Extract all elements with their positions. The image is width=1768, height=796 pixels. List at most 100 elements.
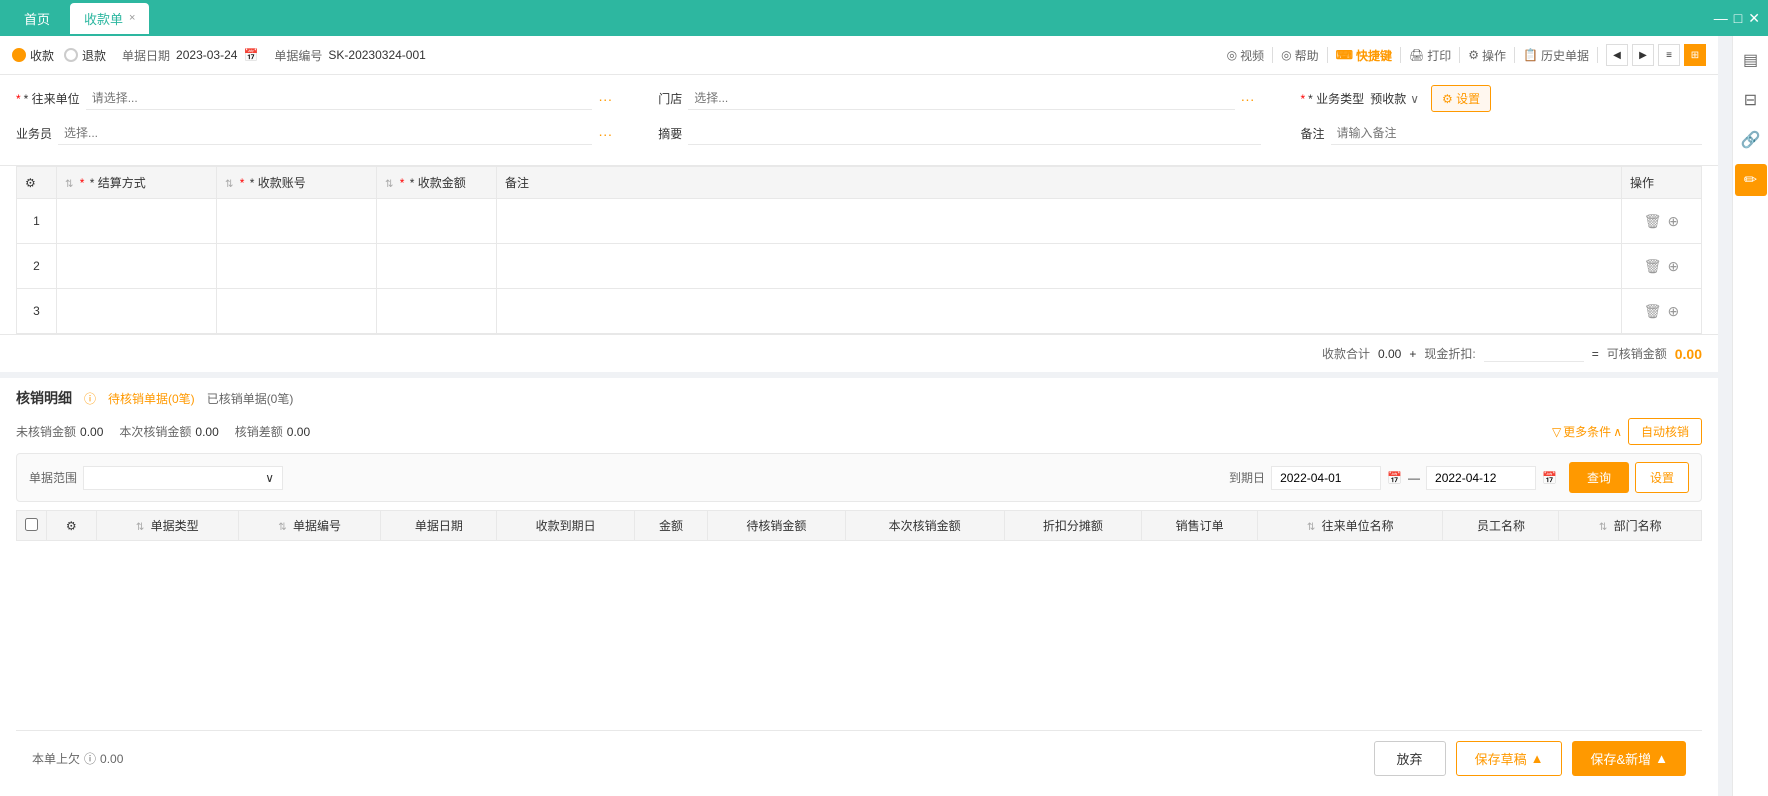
th-checkbox[interactable] — [17, 511, 47, 541]
settings-button[interactable]: ⚙ 设置 — [1431, 85, 1491, 112]
save-new-button[interactable]: 保存&新增 ▲ — [1572, 741, 1686, 776]
th-discount: 折扣分摊额 — [1004, 511, 1142, 541]
due-date-to-input[interactable] — [1426, 466, 1536, 490]
row2-copy-icon[interactable]: ⊕ — [1668, 258, 1680, 275]
verify-table: ⚙ ⇅ 单据类型 ⇅ 单据编号 — [16, 510, 1702, 541]
doc-date-field: 单据日期 2023-03-24 📅 — [122, 47, 258, 64]
btn-shortcut[interactable]: ⌨ 快捷键 — [1336, 47, 1392, 64]
tab-close-icon[interactable]: × — [129, 12, 135, 24]
current-verify-amount: 本次核销金额 0.00 — [119, 423, 218, 440]
tab-current[interactable]: 收款单 × — [70, 3, 149, 34]
business-type-arrow-icon: ∨ — [1410, 92, 1419, 106]
abandon-button[interactable]: 放弃 — [1374, 741, 1446, 776]
doc-no-field: 单据编号 SK-20230324-001 — [274, 47, 425, 64]
window-maximize[interactable]: □ — [1734, 10, 1742, 26]
receipt-type-group: 收款 退款 — [12, 47, 106, 64]
verification-info-icon[interactable]: ⓘ — [84, 390, 96, 407]
sidebar-list-icon[interactable]: ⊟ — [1735, 84, 1767, 116]
help-icon: ◎ — [1281, 48, 1291, 62]
th-due-date: 收款到期日 — [497, 511, 635, 541]
sidebar-edit-icon[interactable]: ✏ — [1735, 164, 1767, 196]
sidebar-table-icon[interactable]: ▤ — [1735, 44, 1767, 76]
bottom-actions: 放弃 保存草稿 ▲ 保存&新增 ▲ — [1374, 741, 1686, 776]
row2-delete-icon[interactable]: 🗑 — [1644, 258, 1662, 275]
th-store: ⇅ 部门名称 — [1559, 511, 1702, 541]
row1-delete-icon[interactable]: 🗑 — [1644, 213, 1662, 230]
summary-row: 收款合计 0.00 + 现金折扣: = 可核销金额 0.00 — [0, 334, 1718, 372]
calendar-from-icon[interactable]: 📅 — [1387, 471, 1402, 485]
btn-operation[interactable]: ⚙ 操作 — [1468, 47, 1506, 64]
order-debt-info-icon[interactable]: ⓘ — [84, 750, 96, 767]
btn-history[interactable]: 📋 历史单据 — [1523, 47, 1589, 64]
save-draft-arrow-icon: ▲ — [1531, 751, 1544, 766]
view-left-icon[interactable]: ◀ — [1606, 44, 1628, 66]
sidebar-link-icon[interactable]: 🔗 — [1735, 124, 1767, 156]
gear-icon: ⚙ — [25, 176, 36, 190]
view-icons: ◀ ▶ ≡ ⊞ — [1606, 44, 1706, 66]
th-counterpart: ⇅ 往来单位名称 — [1258, 511, 1443, 541]
th-settle: ⇅ * * 结算方式 — [57, 167, 217, 199]
staff-input[interactable] — [58, 122, 592, 145]
filter-icon: ▽ — [1552, 425, 1561, 439]
business-type-selector[interactable]: 预收款 ∨ — [1370, 90, 1419, 107]
verification-actions: ▽ 更多条件 ∧ 自动核销 — [1552, 418, 1702, 445]
refund-radio[interactable]: 退款 — [64, 47, 106, 64]
bottom-bar: 本单上欠 ⓘ 0.00 放弃 保存草稿 ▲ 保存&新增 ▲ — [16, 730, 1702, 786]
table-row: 1 🗑 ⊕ — [17, 199, 1702, 244]
filter-row: 单据范围 ∨ 到期日 📅 — 📅 — [16, 453, 1702, 502]
toolbar-right: ◎ 视频 ◎ 帮助 ⌨ 快捷键 🖨 — [1227, 44, 1706, 66]
th-doc-type: ⇅ 单据类型 — [96, 511, 238, 541]
receipt-radio[interactable]: 收款 — [12, 47, 54, 64]
counterpart-more-btn[interactable]: ··· — [592, 91, 618, 107]
store-input[interactable] — [688, 87, 1234, 110]
video-icon: ◎ — [1227, 48, 1237, 62]
th-sales-order: 销售订单 — [1142, 511, 1258, 541]
history-icon: 📋 — [1523, 48, 1538, 62]
window-close[interactable]: ✕ — [1748, 10, 1760, 27]
th-doc-date: 单据日期 — [381, 511, 497, 541]
counterpart-input[interactable] — [86, 87, 593, 110]
query-button[interactable]: 查询 — [1569, 462, 1629, 493]
more-conditions-btn[interactable]: ▽ 更多条件 ∧ — [1552, 423, 1622, 440]
select-all-checkbox[interactable] — [25, 518, 38, 531]
due-date-from-input[interactable] — [1271, 466, 1381, 490]
th-amount: 金额 — [634, 511, 707, 541]
row1-copy-icon[interactable]: ⊕ — [1668, 213, 1680, 230]
th-doc-no: ⇅ 单据编号 — [238, 511, 380, 541]
save-draft-button[interactable]: 保存草稿 ▲ — [1456, 741, 1563, 776]
th-pending: 待核销金额 — [708, 511, 846, 541]
refund-radio-dot — [64, 48, 78, 62]
verify-settings-button[interactable]: 设置 — [1635, 462, 1689, 493]
top-toolbar: 收款 退款 单据日期 2023-03-24 📅 单据编号 SK-20230324… — [0, 36, 1718, 75]
doc-range-arrow-icon: ∨ — [265, 471, 274, 485]
verify-diff: 核销差额 0.00 — [235, 423, 310, 440]
done-tab[interactable]: 已核销单据(0笔) — [207, 390, 294, 407]
doc-range-select[interactable]: ∨ — [83, 466, 283, 490]
btn-video[interactable]: ◎ 视频 — [1227, 47, 1265, 64]
btn-print[interactable]: 🖨 打印 — [1409, 47, 1451, 64]
view-list-icon[interactable]: ≡ — [1658, 44, 1680, 66]
remark-input[interactable] — [1331, 122, 1702, 145]
summary-input[interactable] — [688, 122, 1260, 145]
view-right-icon[interactable]: ▶ — [1632, 44, 1654, 66]
btn-help[interactable]: ◎ 帮助 — [1281, 47, 1319, 64]
staff-more-btn[interactable]: ··· — [592, 126, 618, 142]
table-row: 2 🗑 ⊕ — [17, 244, 1702, 289]
cash-discount-input[interactable] — [1484, 346, 1584, 362]
store-more-btn[interactable]: ··· — [1235, 91, 1261, 107]
th-gear[interactable]: ⚙ — [17, 167, 57, 199]
pending-tab[interactable]: 待核销单据(0笔) — [108, 390, 195, 407]
th-gear-verify[interactable]: ⚙ — [47, 511, 97, 541]
auto-clear-button[interactable]: 自动核销 — [1628, 418, 1702, 445]
tab-home[interactable]: 首页 — [8, 3, 66, 34]
print-icon: 🖨 — [1409, 48, 1424, 62]
doc-date-calendar-icon[interactable]: 📅 — [243, 48, 258, 62]
order-debt-info: 本单上欠 ⓘ 0.00 — [32, 750, 123, 767]
window-minimize[interactable]: — — [1714, 10, 1728, 26]
view-grid-icon[interactable]: ⊞ — [1684, 44, 1706, 66]
row3-copy-icon[interactable]: ⊕ — [1668, 303, 1680, 320]
calendar-to-icon[interactable]: 📅 — [1542, 471, 1557, 485]
data-table-area: ⚙ ⇅ * * 结算方式 ⇅ * * 收款账号 — [0, 166, 1718, 334]
row3-delete-icon[interactable]: 🗑 — [1644, 303, 1662, 320]
th-staff: 员工名称 — [1443, 511, 1559, 541]
